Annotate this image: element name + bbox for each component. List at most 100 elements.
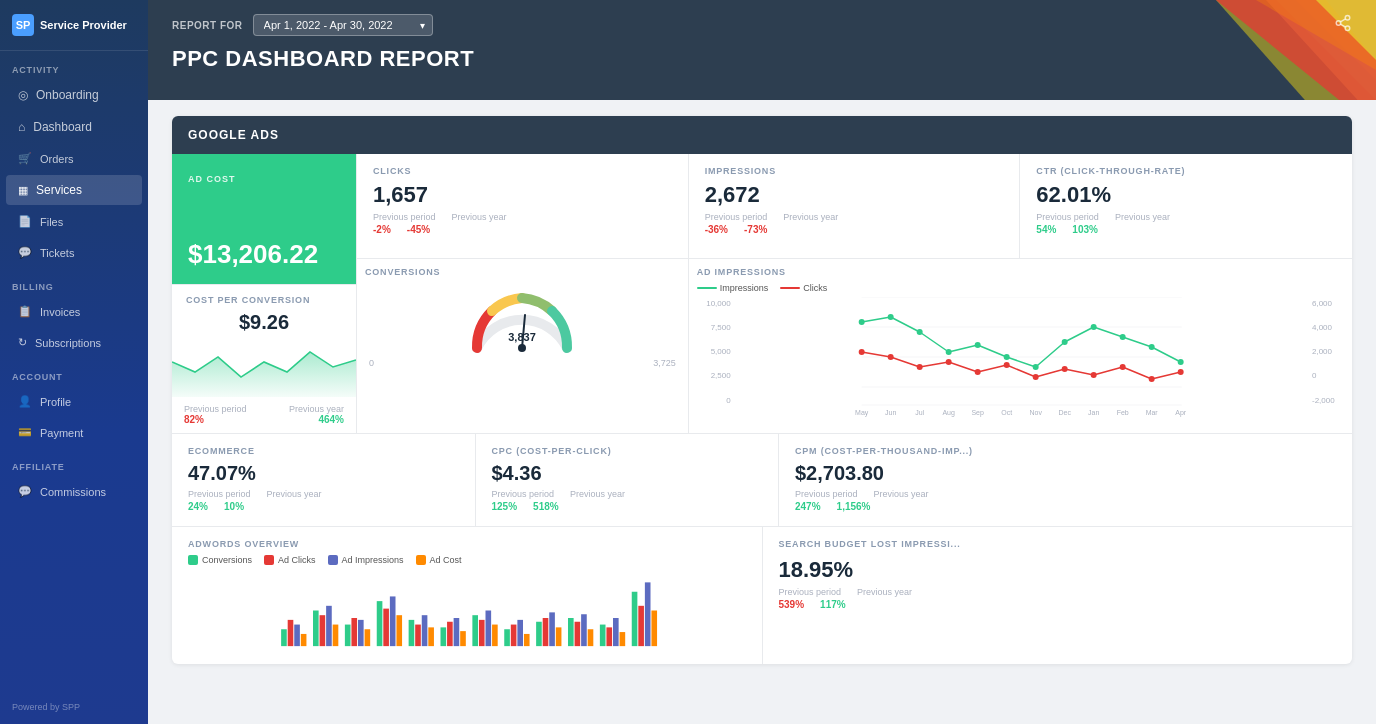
chat-icon: 💬 — [18, 246, 32, 259]
svg-point-39 — [1032, 374, 1038, 380]
cpc-prev-year-value: 464% — [289, 414, 344, 425]
sidebar-item-subscriptions[interactable]: ↻ Subscriptions — [6, 328, 142, 357]
svg-point-23 — [916, 329, 922, 335]
sidebar-item-files[interactable]: 📄 Files — [6, 207, 142, 236]
svg-text:Feb: Feb — [1116, 409, 1128, 416]
logo: SP Service Provider — [0, 0, 148, 51]
sidebar-item-services[interactable]: ▦ Services — [6, 175, 142, 205]
sidebar-label: Payment — [40, 427, 83, 439]
ecom-pp-label: Previous period — [188, 489, 251, 499]
sidebar-item-orders[interactable]: 🛒 Orders — [6, 144, 142, 173]
date-range-select-wrap[interactable]: Apr 1, 2022 - Apr 30, 2022 — [253, 14, 433, 36]
cpm-label: CPM (COST-PER-THOUSAND-IMP...) — [795, 446, 1336, 456]
svg-text:Mar: Mar — [1145, 409, 1158, 416]
sidebar-item-onboarding[interactable]: ◎ Onboarding — [6, 80, 142, 110]
svg-point-37 — [974, 369, 980, 375]
home-icon: ⌂ — [18, 120, 25, 134]
cpc-prev-period-label: Previous period — [184, 404, 247, 414]
sidebar-item-invoices[interactable]: 📋 Invoices — [6, 297, 142, 326]
metrics-row-3: ADWORDS OVERVIEW Conversions Ad Clicks — [172, 526, 1352, 664]
cpc-py-label: Previous year — [570, 489, 625, 499]
legend-clicks: Clicks — [803, 283, 827, 293]
svg-point-42 — [1119, 364, 1125, 370]
svg-rect-101 — [632, 592, 638, 646]
svg-rect-66 — [351, 618, 357, 646]
sidebar-label: Services — [36, 183, 82, 197]
svg-point-31 — [1148, 344, 1154, 350]
sidebar-label: Subscriptions — [35, 337, 101, 349]
logo-icon: SP — [12, 14, 34, 36]
svg-text:May: May — [855, 409, 869, 417]
cpm-pp-label: Previous period — [795, 489, 858, 499]
ad-impressions-chart-wrap: 10,0007,5005,0002,5000 — [697, 297, 1344, 417]
svg-rect-64 — [333, 625, 339, 647]
svg-rect-78 — [447, 622, 453, 646]
card-icon: 💳 — [18, 426, 32, 439]
svg-point-22 — [887, 314, 893, 320]
svg-rect-91 — [549, 612, 555, 646]
svg-rect-94 — [575, 622, 581, 646]
cpm-pp-change: 247% — [795, 501, 821, 512]
svg-point-25 — [974, 342, 980, 348]
svg-rect-70 — [383, 609, 389, 647]
svg-point-10 — [1345, 26, 1350, 31]
svg-point-35 — [916, 364, 922, 370]
cpc-metric-tile: CPC (COST-PER-CLICK) $4.36 Previous peri… — [476, 434, 780, 526]
svg-rect-75 — [422, 615, 428, 646]
svg-rect-74 — [415, 625, 421, 647]
gauge-max: 3,725 — [653, 358, 676, 368]
user-icon: 👤 — [18, 395, 32, 408]
ctr-py-change: 103% — [1072, 224, 1098, 235]
sidebar-item-payment[interactable]: 💳 Payment — [6, 418, 142, 447]
svg-rect-96 — [588, 629, 594, 646]
svg-rect-57 — [281, 629, 287, 646]
y-axis-left: 10,0007,5005,0002,5000 — [697, 297, 735, 417]
clicks-label: CLICKS — [373, 166, 672, 176]
billing-section-label: BILLING — [0, 268, 148, 296]
svg-rect-63 — [326, 606, 332, 646]
gauge-chart: 3,837 — [462, 283, 582, 358]
svg-rect-81 — [472, 615, 478, 646]
svg-text:Dec: Dec — [1058, 409, 1071, 416]
svg-point-29 — [1090, 324, 1096, 330]
ecom-py-change: 10% — [224, 501, 244, 512]
svg-rect-65 — [345, 625, 351, 647]
svg-rect-90 — [543, 618, 549, 646]
svg-text:Jun: Jun — [885, 409, 896, 416]
imp-pp-change: -36% — [705, 224, 728, 235]
svg-rect-84 — [492, 625, 498, 647]
clicks-pp-label: Previous period — [373, 212, 436, 222]
sidebar-item-dashboard[interactable]: ⌂ Dashboard — [6, 112, 142, 142]
svg-rect-76 — [428, 627, 434, 646]
ctr-tile: CTR (CLICK-THROUGH-RATE) 62.01% Previous… — [1020, 154, 1352, 259]
cpc-pp-change: 125% — [492, 501, 518, 512]
sidebar-item-commissions[interactable]: 💬 Commissions — [6, 477, 142, 506]
sidebar-label: Dashboard — [33, 120, 92, 134]
logo-text: Service Provider — [40, 19, 127, 31]
sidebar-item-tickets[interactable]: 💬 Tickets — [6, 238, 142, 267]
ecommerce-value: 47.07% — [188, 462, 459, 485]
cpm-py-change: 1,156% — [837, 501, 871, 512]
svg-point-36 — [945, 359, 951, 365]
cost-per-conversion-tile: COST PER CONVERSION $9.26 — [172, 284, 356, 433]
sidebar-item-profile[interactable]: 👤 Profile — [6, 387, 142, 416]
date-range-select[interactable]: Apr 1, 2022 - Apr 30, 2022 — [253, 14, 433, 36]
share-button[interactable] — [1334, 14, 1352, 36]
imp-pp-label: Previous period — [705, 212, 768, 222]
svg-rect-60 — [301, 634, 307, 646]
svg-rect-102 — [638, 606, 644, 646]
account-section-label: ACCOUNT — [0, 358, 148, 386]
ctr-pp-label: Previous period — [1036, 212, 1099, 222]
ecommerce-tile: ECOMMERCE 47.07% Previous period Previou… — [172, 434, 476, 526]
cpc-metric-label: CPC (COST-PER-CLICK) — [492, 446, 763, 456]
circle-icon: ◎ — [18, 88, 28, 102]
cpc-metric-value: $4.36 — [492, 462, 763, 485]
svg-rect-71 — [390, 596, 396, 646]
sidebar-label: Tickets — [40, 247, 74, 259]
ctr-py-label: Previous year — [1115, 212, 1170, 222]
svg-point-14 — [518, 344, 526, 352]
impressions-tile: IMPRESSIONS 2,672 Previous period Previo… — [689, 154, 1021, 259]
grid-icon: ▦ — [18, 184, 28, 197]
svg-rect-73 — [409, 620, 415, 646]
svg-point-9 — [1336, 21, 1341, 26]
